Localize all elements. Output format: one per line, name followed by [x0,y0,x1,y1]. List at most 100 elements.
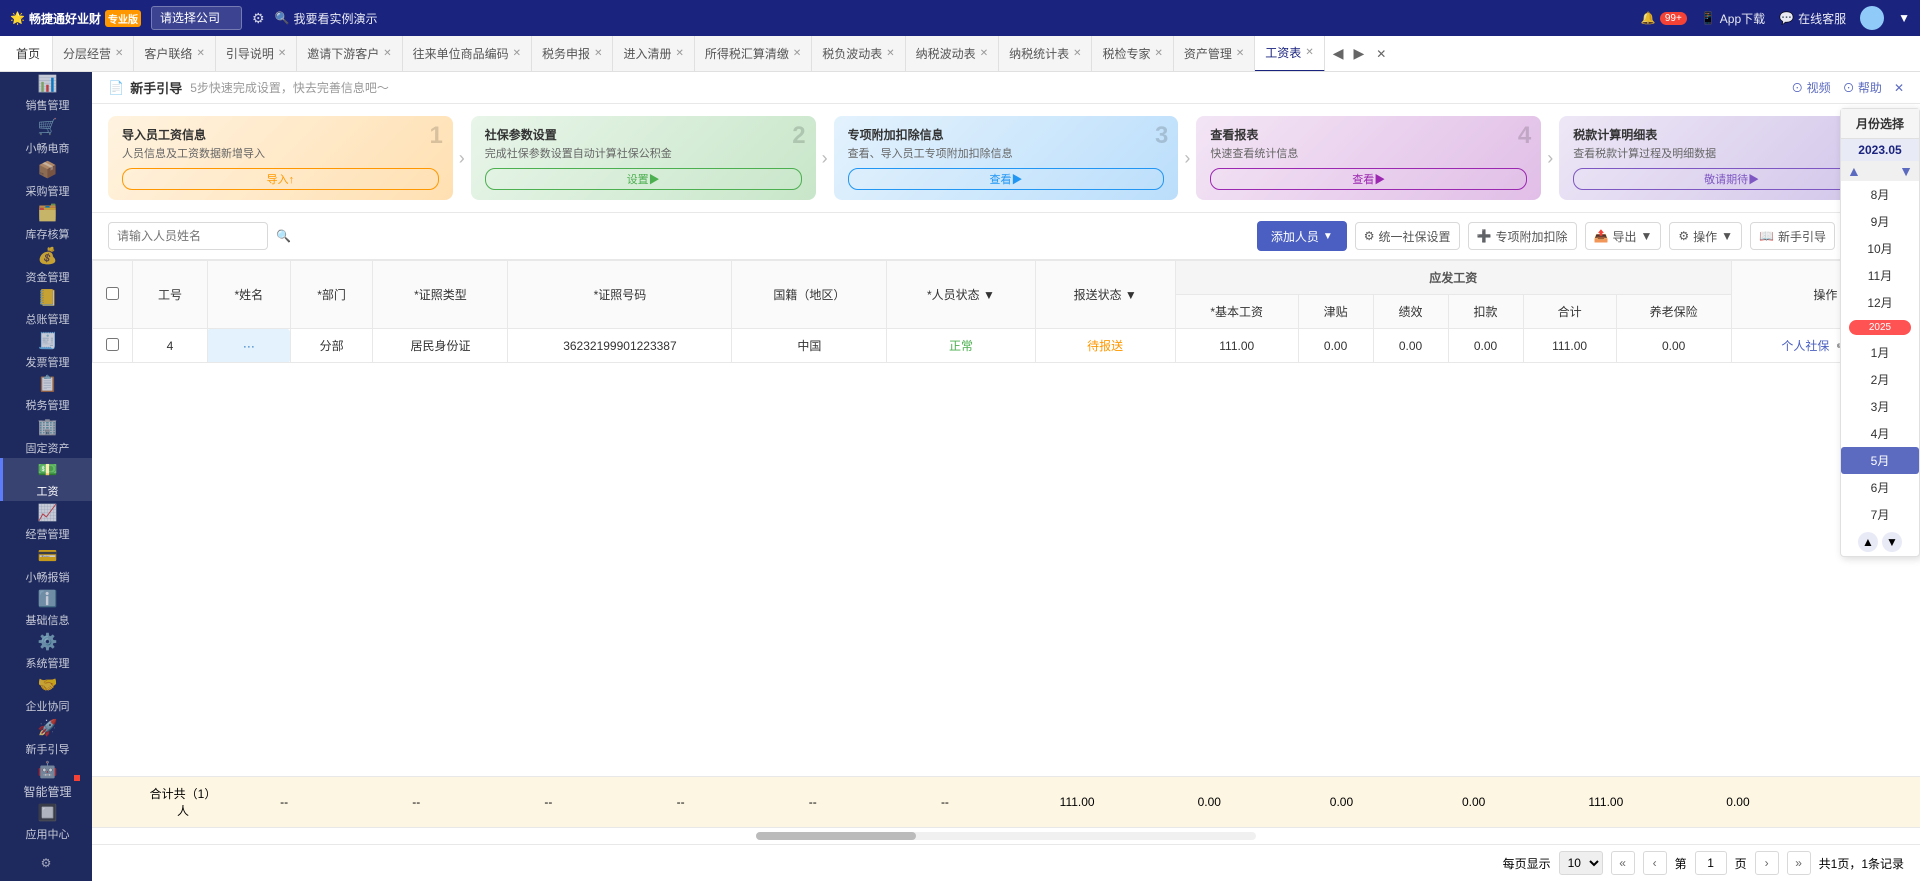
month-item-7[interactable]: 7月 [1841,501,1919,528]
month-item-12[interactable]: 12月 [1841,289,1919,316]
guide-help-link[interactable]: ⊙ 帮助 [1843,79,1882,96]
online-service-btn[interactable]: 💬 在线客服 [1779,10,1846,27]
user-menu-icon[interactable]: ▼ [1898,11,1910,25]
sidebar-item-appstore[interactable]: 🔲 应用中心 [0,801,92,844]
tab-home[interactable]: 首页 [4,36,53,72]
sidebar-item-salary[interactable]: 💵 工资 [0,458,92,501]
user-avatar[interactable] [1860,6,1884,30]
month-picker-down-btn[interactable]: ▼ [1882,532,1902,552]
month-item-8[interactable]: 8月 [1841,181,1919,208]
sidebar-item-fixed-asset[interactable]: 🏢 固定资产 [0,415,92,458]
month-item-5[interactable]: 5月 [1841,447,1919,474]
sidebar-item-operations[interactable]: 📈 经营管理 [0,501,92,544]
month-item-4[interactable]: 4月 [1841,420,1919,447]
scrollbar-thumb[interactable] [756,832,916,840]
add-employee-button[interactable]: 添加人员 ▼ [1257,221,1347,251]
operations-btn[interactable]: ⚙ 操作 ▼ [1669,222,1742,250]
guide-video-link[interactable]: ⊙ 视频 [1791,79,1830,96]
month-item-11[interactable]: 11月 [1841,262,1919,289]
sidebar-item-basic-info[interactable]: ℹ️ 基础信息 [0,587,92,630]
notification-btn[interactable]: 🔔 99+ [1641,11,1687,25]
settings-icon[interactable]: ⚙ [252,10,265,27]
newguide-btn[interactable]: 📖 新手引导 [1750,222,1835,250]
row-checkbox[interactable] [106,338,119,351]
tab-tax-stat[interactable]: 纳税统计表✕ [999,36,1092,72]
sidebar-item-tax[interactable]: 📋 税务管理 [0,372,92,415]
special-deduction-btn[interactable]: ➕ 专项附加扣除 [1468,222,1577,250]
month-item-3[interactable]: 3月 [1841,393,1919,420]
page-next-btn[interactable]: › [1755,851,1779,875]
tab-qingce[interactable]: 进入清册✕ [613,36,694,72]
tab-close-tax-wave[interactable]: ✕ [980,48,988,59]
sidebar-item-ecommerce[interactable]: 🛒 小畅电商 [0,115,92,158]
tab-yindao[interactable]: 引导说明✕ [216,36,297,72]
month-item-10[interactable]: 10月 [1841,235,1919,262]
personal-insurance-link[interactable]: 个人社保 [1781,339,1829,353]
tab-tax-burden[interactable]: 税负波动表✕ [812,36,905,72]
month-item-2[interactable]: 2月 [1841,366,1919,393]
page-first-btn[interactable]: « [1611,851,1635,875]
sidebar-item-invoice[interactable]: 🧾 发票管理 [0,329,92,372]
page-input[interactable] [1695,851,1727,875]
tab-close-product-code[interactable]: ✕ [513,48,521,59]
month-picker-up[interactable]: ▲ [1847,163,1861,179]
search-input[interactable] [108,222,268,250]
page-last-btn[interactable]: » [1787,851,1811,875]
scrollbar-track[interactable] [756,832,1256,840]
guide-close-icon[interactable]: ✕ [1894,81,1904,95]
sidebar-item-collab[interactable]: 🤝 企业协同 [0,673,92,716]
tab-asset[interactable]: 资产管理✕ [1174,36,1255,72]
export-btn[interactable]: 📤 导出 ▼ [1585,222,1662,250]
page-prev-btn[interactable]: ‹ [1643,851,1667,875]
sidebar-item-finance[interactable]: 💰 资金管理 [0,244,92,287]
tab-close-income-tax[interactable]: ✕ [793,48,801,59]
month-item-6[interactable]: 6月 [1841,474,1919,501]
sidebar-item-sales[interactable]: 📊 销售管理 [0,72,92,115]
sidebar-item-expense[interactable]: 💳 小畅报销 [0,544,92,587]
select-all-checkbox[interactable] [106,287,119,300]
step-btn-4[interactable]: 查看▶ [1210,168,1527,190]
tab-close-all[interactable]: ✕ [1370,47,1392,61]
year-2025-badge[interactable]: 2025 [1849,320,1911,335]
sidebar-item-purchase[interactable]: 📦 采购管理 [0,158,92,201]
search-icon[interactable]: 🔍 [276,229,291,243]
sidebar-item-newguide[interactable]: 🚀 新手引导 [0,716,92,759]
unified-social-insurance-btn[interactable]: ⚙ 统一社保设置 [1355,222,1460,250]
tab-fenceng[interactable]: 分层经营✕ [53,36,134,72]
tab-close-asset[interactable]: ✕ [1236,48,1244,59]
company-select[interactable]: 请选择公司 [151,6,242,30]
tab-close-yindao[interactable]: ✕ [278,48,286,59]
tab-close-tax-stat[interactable]: ✕ [1073,48,1081,59]
sidebar-settings-btn[interactable]: ⚙ [0,844,92,881]
sidebar-item-system[interactable]: ⚙️ 系统管理 [0,630,92,673]
step-btn-2[interactable]: 设置▶ [485,168,802,190]
tab-kehu[interactable]: 客户联络✕ [134,36,215,72]
demo-link[interactable]: 🔍 我要看实例演示 [275,10,378,27]
tab-close-invite[interactable]: ✕ [383,48,391,59]
tab-close-kehu[interactable]: ✕ [196,48,204,59]
tab-close-qingce[interactable]: ✕ [675,48,683,59]
tab-nav-right[interactable]: ▶ [1349,43,1368,64]
tab-product-code[interactable]: 往来单位商品编码✕ [403,36,532,72]
app-download-btn[interactable]: 📱 App下载 [1701,10,1765,27]
tab-nav-left[interactable]: ◀ [1329,43,1348,64]
tab-close-salary[interactable]: ✕ [1305,47,1313,58]
step-btn-1[interactable]: 导入↑ [122,168,439,190]
tab-tax-expert[interactable]: 税检专家✕ [1092,36,1173,72]
report-filter-icon[interactable]: ▼ [1125,288,1137,302]
tab-close-tax-burden[interactable]: ✕ [886,48,894,59]
tab-close-fenceng[interactable]: ✕ [115,48,123,59]
tab-close-tax-expert[interactable]: ✕ [1155,48,1163,59]
month-picker-down[interactable]: ▼ [1899,163,1913,179]
month-picker-up-btn[interactable]: ▲ [1858,532,1878,552]
status-filter-icon[interactable]: ▼ [983,288,995,302]
tab-tax-report[interactable]: 税务申报✕ [532,36,613,72]
tab-tax-wave[interactable]: 纳税波动表✕ [906,36,999,72]
sidebar-item-inventory[interactable]: 🗂️ 库存核算 [0,201,92,244]
step-btn-3[interactable]: 查看▶ [848,168,1165,190]
month-item-1[interactable]: 1月 [1841,339,1919,366]
tab-income-tax[interactable]: 所得税汇算清缴✕ [695,36,812,72]
tab-close-tax-report[interactable]: ✕ [594,48,602,59]
month-item-9[interactable]: 9月 [1841,208,1919,235]
sidebar-item-ledger[interactable]: 📒 总账管理 [0,287,92,330]
